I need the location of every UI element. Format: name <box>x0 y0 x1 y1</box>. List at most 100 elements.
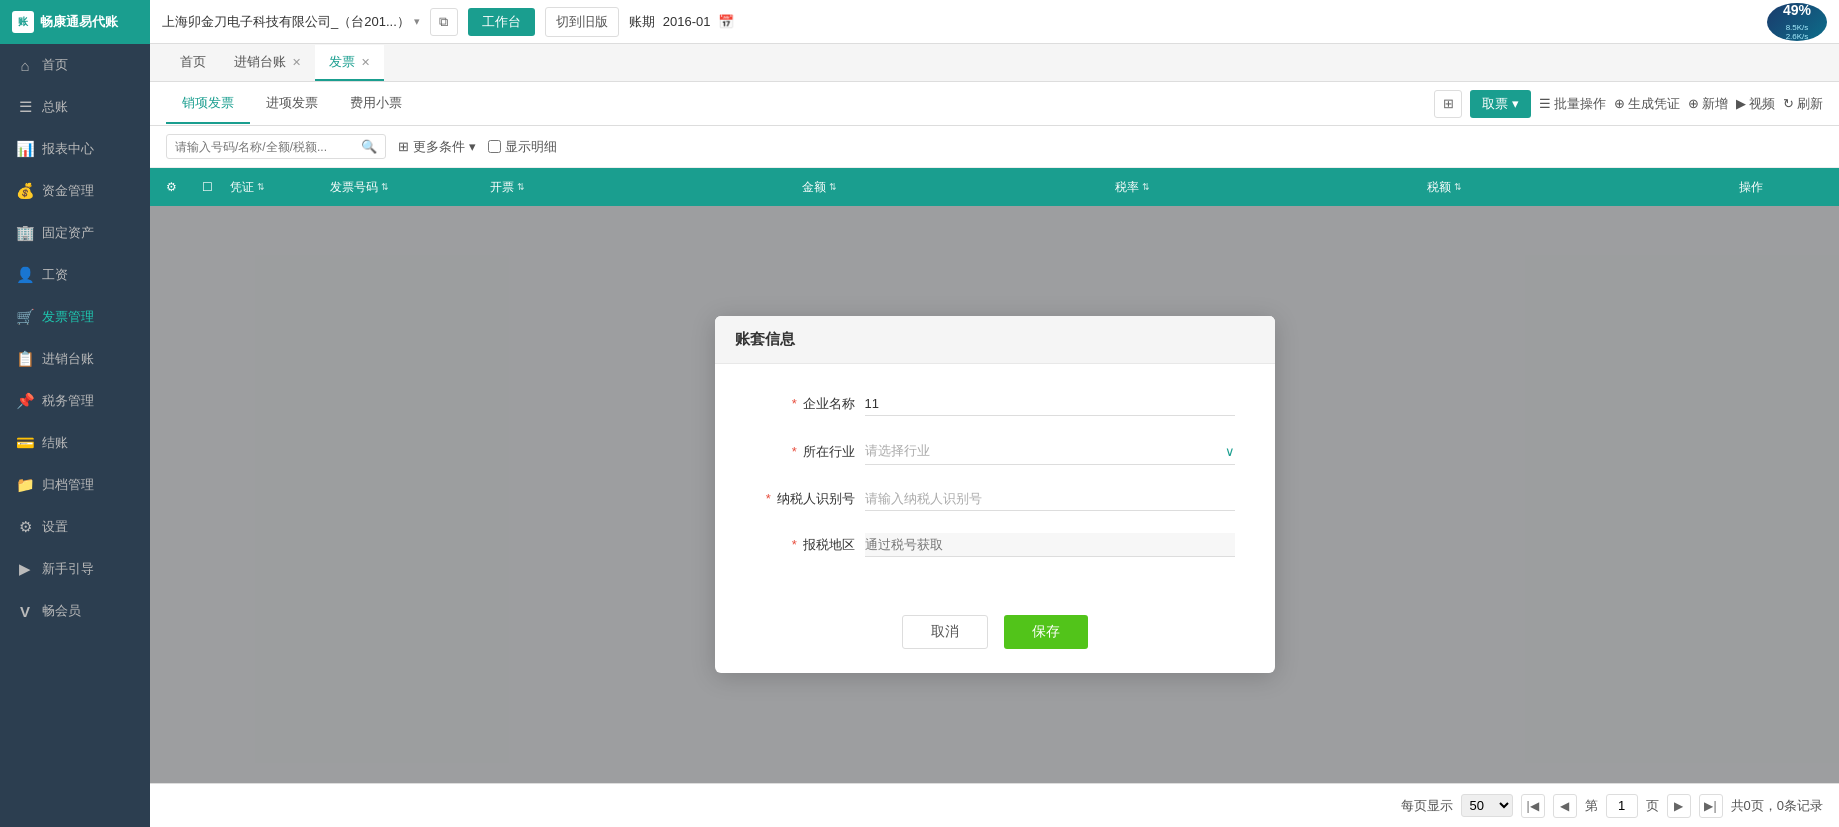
video-icon: ▶ <box>1736 96 1746 111</box>
tabs-bar: 首页 进销台账 ✕ 发票 ✕ <box>150 44 1839 82</box>
save-button[interactable]: 保存 <box>1004 615 1088 649</box>
label-tax-region: * 报税地区 <box>755 536 865 554</box>
batch-ops-icon: ☰ <box>1539 96 1551 111</box>
sidebar-item-fixed-assets[interactable]: 🏢 固定资产 <box>0 212 150 254</box>
subtab-expense-receipt[interactable]: 费用小票 <box>334 84 418 124</box>
sidebar-item-tax-mgmt[interactable]: 📌 税务管理 <box>0 380 150 422</box>
sidebar-item-label: 总账 <box>42 98 68 116</box>
new-button[interactable]: ⊕ 新增 <box>1688 95 1728 113</box>
th-amount[interactable]: 金额 ⇅ <box>794 179 1106 196</box>
settlement-icon: 💳 <box>16 434 34 452</box>
sidebar-item-fund-mgmt[interactable]: 💰 资金管理 <box>0 170 150 212</box>
sort-amount: ⇅ <box>829 182 837 192</box>
sidebar: 账 畅康通易代账 ⌂ 首页 ☰ 总账 📊 报表中心 💰 资金管理 🏢 固定资产 … <box>0 0 150 827</box>
tab-invoice[interactable]: 发票 ✕ <box>315 45 384 81</box>
sidebar-item-label: 工资 <box>42 266 68 284</box>
page-number-input[interactable] <box>1606 794 1638 818</box>
show-details-checkbox[interactable] <box>488 140 501 153</box>
sidebar-item-vip[interactable]: V 畅会员 <box>0 590 150 632</box>
pagination-last-button[interactable]: ▶| <box>1699 794 1723 818</box>
company-name: 上海卯金刀电子科技有限公司_（台201...） ▾ <box>162 13 420 31</box>
modal-overlay: 账套信息 * 企业名称 * 所在行 <box>150 206 1839 783</box>
logo-text: 畅康通易代账 <box>40 13 118 31</box>
network-percent: 49% <box>1783 3 1811 17</box>
per-page-label: 每页显示 <box>1401 797 1453 815</box>
sidebar-item-label: 税务管理 <box>42 392 94 410</box>
tab-close-purchase-sale[interactable]: ✕ <box>292 56 301 69</box>
invoice-mgmt-icon: 🛒 <box>16 308 34 326</box>
sidebar-item-archive-mgmt[interactable]: 📁 归档管理 <box>0 464 150 506</box>
pagination-first-button[interactable]: |◀ <box>1521 794 1545 818</box>
search-box: 🔍 <box>166 134 386 159</box>
th-tax-rate[interactable]: 税率 ⇅ <box>1107 179 1419 196</box>
th-invoice-no[interactable]: 发票号码 ⇅ <box>322 179 482 196</box>
sidebar-item-purchase-sale[interactable]: 📋 进销台账 <box>0 338 150 380</box>
topbar: 上海卯金刀电子科技有限公司_（台201...） ▾ ⧉ 工作台 切到旧版 账期 … <box>150 0 1839 44</box>
per-page-select[interactable]: 50 20 100 <box>1461 794 1513 817</box>
reports-icon: 📊 <box>16 140 34 158</box>
pagination-prev-button[interactable]: ◀ <box>1553 794 1577 818</box>
workbench-button[interactable]: 工作台 <box>468 8 535 36</box>
calendar-icon[interactable]: 📅 <box>718 14 734 29</box>
form-row-industry: * 所在行业 请选择行业 ∨ <box>755 438 1235 465</box>
refresh-button[interactable]: ↻ 刷新 <box>1783 95 1823 113</box>
ledger-icon: ☰ <box>16 98 34 116</box>
grid-toggle-button[interactable]: ⊞ <box>1434 90 1462 118</box>
home-icon: ⌂ <box>16 57 34 74</box>
th-date[interactable]: 开票 ⇅ <box>482 179 794 196</box>
page-label: 第 <box>1585 797 1598 815</box>
pagination-next-button[interactable]: ▶ <box>1667 794 1691 818</box>
batch-ops-button[interactable]: ☰ 批量操作 <box>1539 95 1606 113</box>
input-tax-id[interactable] <box>865 487 1235 511</box>
more-conditions-button[interactable]: ⊞ 更多条件 ▾ <box>398 138 476 156</box>
input-company-name[interactable] <box>865 392 1235 416</box>
sidebar-item-settlement[interactable]: 💳 结账 <box>0 422 150 464</box>
sidebar-item-salary[interactable]: 👤 工资 <box>0 254 150 296</box>
guide-icon: ▶ <box>16 560 34 578</box>
company-dropdown-arrow[interactable]: ▾ <box>414 15 420 28</box>
cancel-button[interactable]: 取消 <box>902 615 988 649</box>
sort-invoice-no: ⇅ <box>381 182 389 192</box>
show-details-label[interactable]: 显示明细 <box>488 138 557 156</box>
sort-tax-amount: ⇅ <box>1454 182 1462 192</box>
sidebar-item-beginner-guide[interactable]: ▶ 新手引导 <box>0 548 150 590</box>
purchase-sale-icon: 📋 <box>16 350 34 368</box>
search-input[interactable] <box>175 140 355 154</box>
subtab-purchase-invoice[interactable]: 进项发票 <box>250 84 334 124</box>
gen-voucher-button[interactable]: ⊕ 生成凭证 <box>1614 95 1680 113</box>
filter-icon: ⊞ <box>398 139 409 154</box>
toolbar-right: ⊞ 取票 ▾ ☰ 批量操作 ⊕ 生成凭证 ⊕ 新增 ▶ 视频 ↻ <box>1434 90 1823 118</box>
fund-icon: 💰 <box>16 182 34 200</box>
tab-purchase-sale[interactable]: 进销台账 ✕ <box>220 45 315 81</box>
tab-close-invoice[interactable]: ✕ <box>361 56 370 69</box>
sidebar-item-invoice-mgmt[interactable]: 🛒 发票管理 <box>0 296 150 338</box>
salary-icon: 👤 <box>16 266 34 284</box>
sidebar-item-home[interactable]: ⌂ 首页 <box>0 44 150 86</box>
subtab-sales-invoice[interactable]: 销项发票 <box>166 84 250 124</box>
ticket-button[interactable]: 取票 ▾ <box>1470 90 1531 118</box>
th-checkbox[interactable]: ☐ <box>194 180 222 194</box>
th-tax-amount[interactable]: 税额 ⇅ <box>1419 179 1731 196</box>
tab-home[interactable]: 首页 <box>166 45 220 81</box>
new-icon: ⊕ <box>1688 96 1699 111</box>
sidebar-item-reports[interactable]: 📊 报表中心 <box>0 128 150 170</box>
dialog-footer: 取消 保存 <box>715 599 1275 673</box>
sort-date: ⇅ <box>517 182 525 192</box>
search-icon[interactable]: 🔍 <box>361 139 377 154</box>
sidebar-item-general-ledger[interactable]: ☰ 总账 <box>0 86 150 128</box>
sidebar-item-label: 报表中心 <box>42 140 94 158</box>
dialog-body: * 企业名称 * 所在行业 请选择行业 ∨ <box>715 364 1275 599</box>
copy-icon[interactable]: ⧉ <box>430 8 458 36</box>
ticket-dropdown-arrow[interactable]: ▾ <box>1512 96 1519 111</box>
sidebar-item-settings[interactable]: ⚙ 设置 <box>0 506 150 548</box>
th-voucher[interactable]: 凭证 ⇅ <box>222 179 322 196</box>
sidebar-item-label: 首页 <box>42 56 68 74</box>
vip-icon: V <box>16 603 34 620</box>
form-row-tax-id: * 纳税人识别号 <box>755 487 1235 511</box>
th-settings: ⚙ <box>158 180 194 194</box>
select-industry[interactable]: 请选择行业 ∨ <box>865 438 1235 465</box>
label-tax-id: * 纳税人识别号 <box>755 490 865 508</box>
old-version-button[interactable]: 切到旧版 <box>545 7 619 37</box>
logo-icon: 账 <box>12 11 34 33</box>
video-button[interactable]: ▶ 视频 <box>1736 95 1775 113</box>
